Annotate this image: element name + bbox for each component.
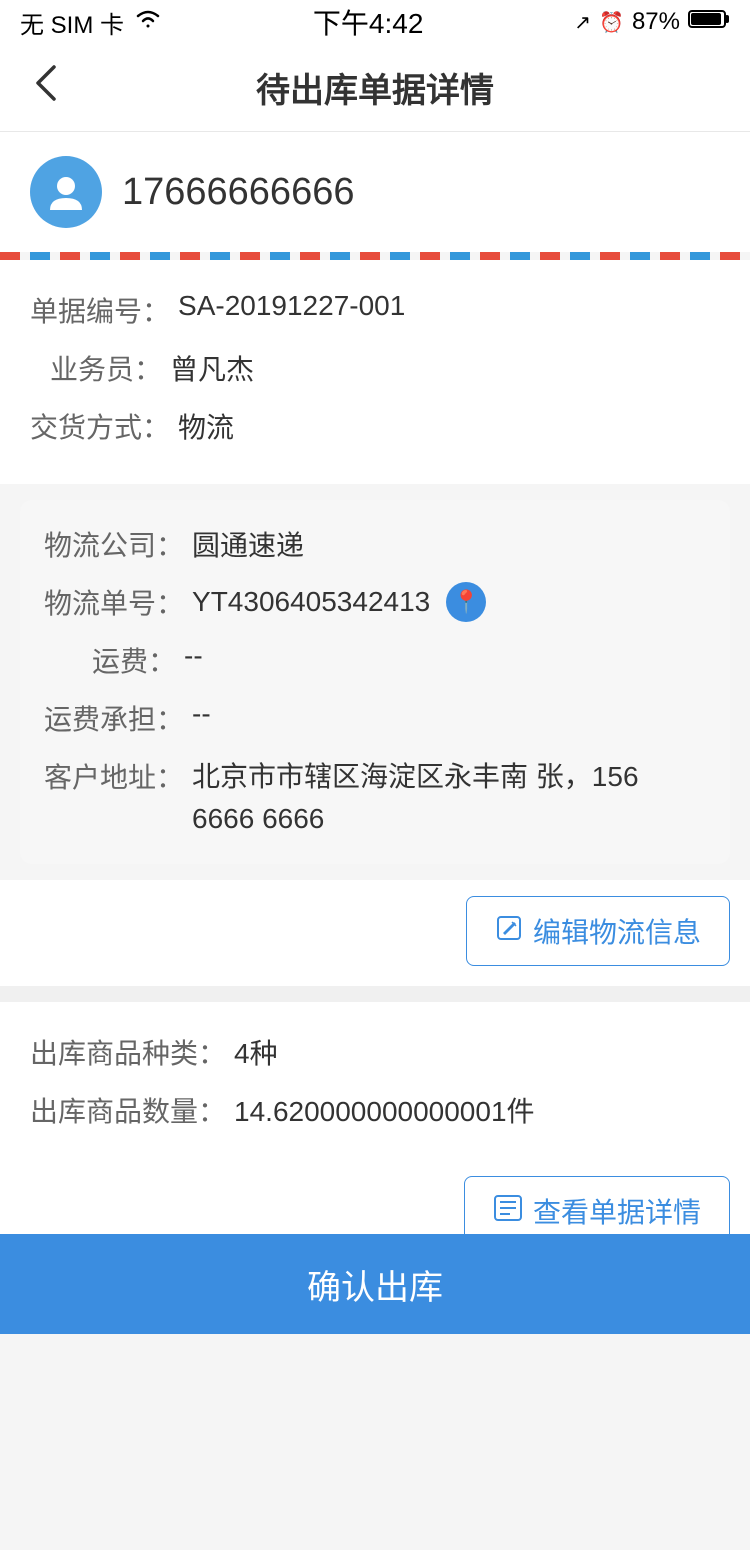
doc-number-row: 单据编号： SA-20191227-001 <box>30 290 720 330</box>
logistics-freight-bearer-row: 运费承担： -- <box>44 698 706 738</box>
alarm-icon: ⏰ <box>599 10 624 35</box>
sales-person-label: 业务员： <box>30 348 170 388</box>
logistics-freight-value: -- <box>184 640 706 672</box>
product-types-row: 出库商品种类： 4种 <box>30 1032 720 1072</box>
section-separator <box>0 986 750 1002</box>
back-button[interactable] <box>24 53 68 123</box>
status-bar-left: 无 SIM 卡 <box>20 5 162 40</box>
edit-logistics-label: 编辑物流信息 <box>533 911 701 951</box>
wifi-icon <box>134 8 162 37</box>
product-quantity-label: 出库商品数量： <box>30 1090 234 1130</box>
customer-phone: 17666666666 <box>122 171 354 214</box>
logistics-tracking-row: 物流单号： YT43064053424​13 <box>44 582 706 622</box>
product-summary-section: 出库商品种类： 4种 出库商品数量： 14.620000000000001件 <box>0 1002 750 1160</box>
logistics-tracking-value-row: YT43064053424​13 <box>192 582 486 622</box>
product-types-label: 出库商品种类： <box>30 1032 234 1072</box>
edit-logistics-button[interactable]: 编辑物流信息 <box>466 896 730 966</box>
order-info-section: 单据编号： SA-20191227-001 业务员： 曾凡杰 交货方式： 物流 <box>0 260 750 484</box>
logistics-company-label: 物流公司： <box>44 524 192 564</box>
product-quantity-value: 14.620000000000001件 <box>234 1090 535 1130</box>
edit-icon <box>495 914 523 949</box>
nav-bar: 待出库单据详情 <box>0 44 750 132</box>
carrier-text: 无 SIM 卡 <box>20 5 124 40</box>
sales-person-row: 业务员： 曾凡杰 <box>30 348 720 388</box>
logistics-address-label: 客户地址： <box>44 756 192 796</box>
logistics-freight-label: 运费： <box>44 640 184 680</box>
logistics-address-value: 北京市市辖区海淀区永丰南 张，156 6666 6666 <box>192 756 706 840</box>
logistics-company-row: 物流公司： 圆通速递 <box>44 524 706 564</box>
page-title: 待出库单据详情 <box>256 63 494 112</box>
logistics-address-row: 客户地址： 北京市市辖区海淀区永丰南 张，156 6666 6666 <box>44 756 706 840</box>
status-bar-time: 下午4:42 <box>313 2 424 42</box>
avatar <box>30 156 102 228</box>
logistics-card: 物流公司： 圆通速递 物流单号： YT43064053424​13 运费： --… <box>20 500 730 864</box>
confirm-button[interactable]: 确认出库 <box>0 1234 750 1334</box>
logistics-company-value: 圆通速递 <box>192 524 706 564</box>
status-bar-right: ↗ ⏰ 87% <box>574 8 730 37</box>
track-location-icon[interactable] <box>446 582 486 622</box>
customer-header: 17666666666 <box>0 132 750 252</box>
delivery-method-label: 交货方式： <box>30 406 178 446</box>
dashed-divider <box>0 252 750 260</box>
logistics-tracking-label: 物流单号： <box>44 582 192 622</box>
doc-number-value: SA-20191227-001 <box>178 290 720 322</box>
doc-number-label: 单据编号： <box>30 290 178 330</box>
sales-person-value: 曾凡杰 <box>170 348 720 388</box>
delivery-method-value: 物流 <box>178 406 720 446</box>
battery-icon <box>688 8 730 37</box>
product-types-value: 4种 <box>234 1032 278 1072</box>
product-quantity-row: 出库商品数量： 14.620000000000001件 <box>30 1090 720 1130</box>
logistics-freight-row: 运费： -- <box>44 640 706 680</box>
logistics-freight-bearer-label: 运费承担： <box>44 698 192 738</box>
view-detail-label: 查看单据详情 <box>533 1191 701 1231</box>
battery-text: 87% <box>632 8 680 36</box>
confirm-button-label: 确认出库 <box>307 1260 443 1309</box>
logistics-tracking-number: YT43064053424​13 <box>192 586 430 618</box>
delivery-method-row: 交货方式： 物流 <box>30 406 720 446</box>
detail-icon <box>493 1194 523 1229</box>
location-status-icon: ↗ <box>574 10 591 35</box>
edit-logistics-section: 编辑物流信息 <box>0 880 750 986</box>
logistics-freight-bearer-value: -- <box>192 698 706 730</box>
status-bar: 无 SIM 卡 下午4:42 ↗ ⏰ 87% <box>0 0 750 44</box>
